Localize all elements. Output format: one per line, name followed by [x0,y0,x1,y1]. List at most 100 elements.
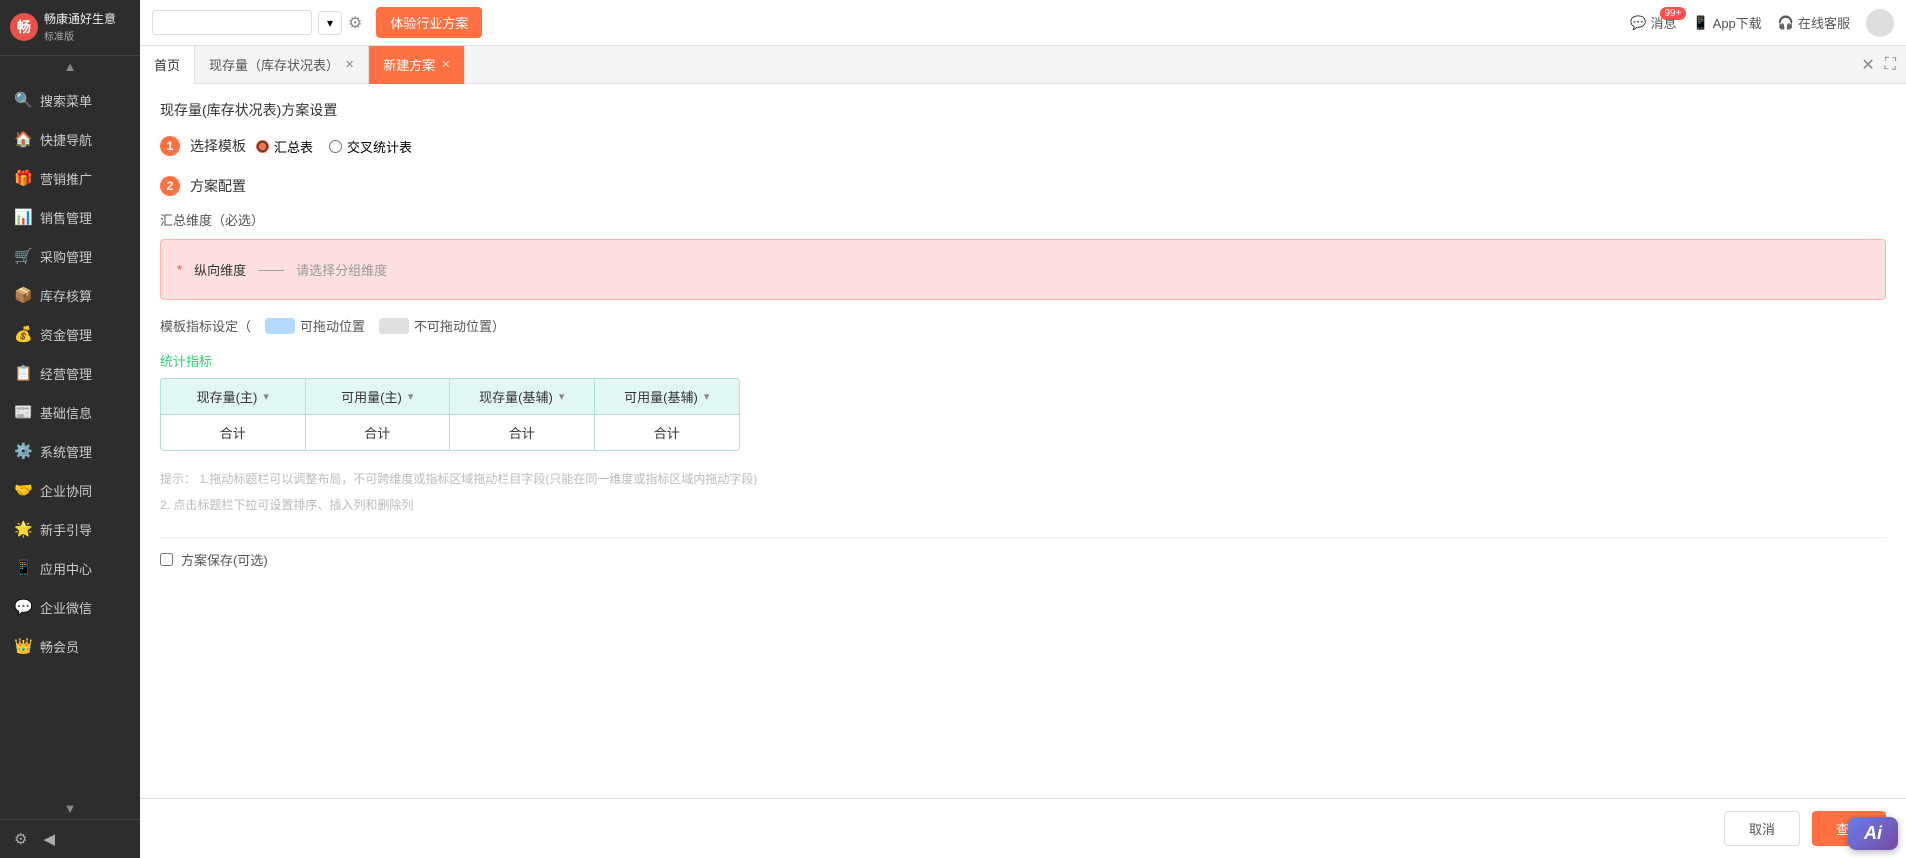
section2-num: 2 [160,176,180,196]
sidebar-item-finance[interactable]: 💰 资金管理 [0,315,140,354]
sidebar-item-label: 新手引导 [40,520,92,539]
dimension-dash: —— [258,262,284,277]
topbar-search-area: ▾ ⚙ 体验行业方案 [152,7,1622,38]
drag-box-blue [265,318,295,334]
sidebar-item-label: 企业协同 [40,481,92,500]
chat-icon: 💬 [14,598,32,616]
sidebar-item-purchase[interactable]: 🛒 采购管理 [0,237,140,276]
tab-close-btn[interactable]: ✕ [1861,55,1874,75]
tab-expand-btn[interactable]: ⛶ [1885,56,1896,74]
cancel-button[interactable]: 取消 [1724,811,1800,846]
sidebar-item-search[interactable]: 🔍 搜索菜单 [0,81,140,120]
radio-summary-input[interactable] [256,140,269,153]
sidebar-item-system[interactable]: ⚙️ 系统管理 [0,432,140,471]
sidebar-item-enterprise[interactable]: 🤝 企业协同 [0,471,140,510]
section1-num: 1 [160,136,180,156]
logo-text: 畅康通好生意 标准版 [44,12,116,43]
tab-new-plan[interactable]: 新建方案 ✕ [369,46,465,84]
draggable-label: 可拖动位置 [300,316,365,335]
content-area: 现存量(库存状况表)方案设置 1 选择模板 汇总表 交叉统计表 [140,84,1906,798]
topbar-search-input[interactable] [152,10,312,35]
page-title: 现存量(库存状况表)方案设置 [160,100,1886,120]
col-header-2[interactable]: 现存量(基辅) ▾ [450,379,595,414]
col-header-label-2: 现存量(基辅) [479,387,553,406]
sidebar-logo: 畅 畅康通好生意 标准版 [0,0,140,56]
topbar-right: 💬 消息 99+ 📱 App下载 🎧 在线客服 [1630,9,1894,37]
col-header-1[interactable]: 可用量(主) ▾ [306,379,451,414]
topbar-msg[interactable]: 💬 消息 99+ [1630,13,1676,32]
tab-inventory-status[interactable]: 现存量（库存状况表） ✕ [195,46,369,84]
crown-icon: 👑 [14,637,32,655]
dimension-required-star: * [177,262,182,277]
sidebar-item-member[interactable]: 👑 畅会员 [0,627,140,666]
stats-table-header: 现存量(主) ▾ 可用量(主) ▾ 现存量(基辅) ▾ 可用量(基辅) [161,379,739,414]
sidebar-item-shortcut[interactable]: 🏠 快捷导航 [0,120,140,159]
topbar: ▾ ⚙ 体验行业方案 💬 消息 99+ 📱 App下载 🎧 在线客服 [140,0,1906,46]
dimension-name: 纵向维度 [194,260,246,279]
headset-icon: 🎧 [1778,15,1794,31]
radio-summary-label: 汇总表 [274,137,313,156]
sidebar-scroll-up[interactable]: ▲ [0,56,140,77]
tab-inventory-label: 现存量（库存状况表） [209,55,339,74]
cart-icon: 🛒 [14,247,32,265]
msg-icon: 💬 [1630,15,1646,31]
sidebar-item-appstore[interactable]: 📱 应用中心 [0,549,140,588]
topbar-dropdown-btn[interactable]: ▾ [318,11,342,35]
phone-icon: 📱 [14,559,32,577]
chevron-down-icon-0: ▾ [263,390,269,403]
home-icon: 🏠 [14,130,32,148]
chart-icon: 📊 [14,208,32,226]
tab-home[interactable]: 首页 [140,46,195,84]
sidebar-item-label: 系统管理 [40,442,92,461]
collapse-icon[interactable]: ◀ [43,830,55,848]
sidebar-item-operation[interactable]: 📋 经营管理 [0,354,140,393]
chevron-down-icon-2: ▾ [559,390,565,403]
sidebar-item-label: 搜索菜单 [40,91,92,110]
sidebar-item-newbie[interactable]: 🌟 新手引导 [0,510,140,549]
radio-cross-input[interactable] [329,140,342,153]
sidebar-item-wechat[interactable]: 💬 企业微信 [0,588,140,627]
bottombar: 取消 查询 [140,798,1906,858]
topbar-settings-icon[interactable]: ⚙ [348,13,362,33]
content-inner: 现存量(库存状况表)方案设置 1 选择模板 汇总表 交叉统计表 [140,84,1906,798]
sidebar-item-inventory[interactable]: 📦 库存核算 [0,276,140,315]
tab-inventory-close[interactable]: ✕ [345,58,354,71]
section2-header: 2 方案配置 [160,176,1886,196]
save-row: 方案保存(可选) [160,537,1886,581]
col-header-label-1: 可用量(主) [341,387,402,406]
ai-button[interactable]: Ai [1848,817,1898,850]
gift-icon: 🎁 [14,169,32,187]
indicator-draggable: 可拖动位置 [265,316,365,335]
dimension-row: * 纵向维度 —— 请选择分组维度 [177,260,1869,279]
dimension-placeholder[interactable]: 请选择分组维度 [296,260,387,279]
topbar-avatar[interactable] [1866,9,1894,37]
topbar-app[interactable]: 📱 App下载 [1692,13,1761,32]
indicator-non-draggable: 不可拖动位置） [379,316,505,335]
tip-line-1: 提示： 1.拖动标题栏可以调整布局，不可跨维度或指标区域拖动栏目字段(只能在同一… [160,467,1886,491]
tab-new-plan-close[interactable]: ✕ [441,58,450,71]
msg-badge: 99+ [1660,7,1687,20]
chevron-down-icon-1: ▾ [408,390,414,403]
sidebar-item-marketing[interactable]: 🎁 营销推广 [0,159,140,198]
sidebar-item-base[interactable]: 📰 基础信息 [0,393,140,432]
sidebar: 畅 畅康通好生意 标准版 ▲ 🔍 搜索菜单 🏠 快捷导航 🎁 营销推广 📊 销售… [0,0,140,858]
topbar-service[interactable]: 🎧 在线客服 [1778,13,1850,32]
col-header-0[interactable]: 现存量(主) ▾ [161,379,306,414]
section2-title: 方案配置 [190,176,246,196]
save-checkbox[interactable] [160,553,173,566]
save-label: 方案保存(可选) [181,550,268,569]
tips-section: 提示： 1.拖动标题栏可以调整布局，不可跨维度或指标区域拖动栏目字段(只能在同一… [160,467,1886,517]
sidebar-scroll-down[interactable]: ▼ [0,798,140,819]
settings-icon[interactable]: ⚙ [14,830,27,848]
sidebar-item-label: 应用中心 [40,559,92,578]
box-icon: 📦 [14,286,32,304]
sidebar-item-sales[interactable]: 📊 销售管理 [0,198,140,237]
tabbar-right: ✕ ⛶ [1861,55,1906,75]
radio-summary[interactable]: 汇总表 [256,137,313,156]
sidebar-footer: ⚙ ◀ [0,819,140,858]
news-icon: 📰 [14,403,32,421]
trial-btn[interactable]: 体验行业方案 [376,7,482,38]
radio-cross[interactable]: 交叉统计表 [329,137,412,156]
col-header-3[interactable]: 可用量(基辅) ▾ [595,379,740,414]
sidebar-item-label: 库存核算 [40,286,92,305]
